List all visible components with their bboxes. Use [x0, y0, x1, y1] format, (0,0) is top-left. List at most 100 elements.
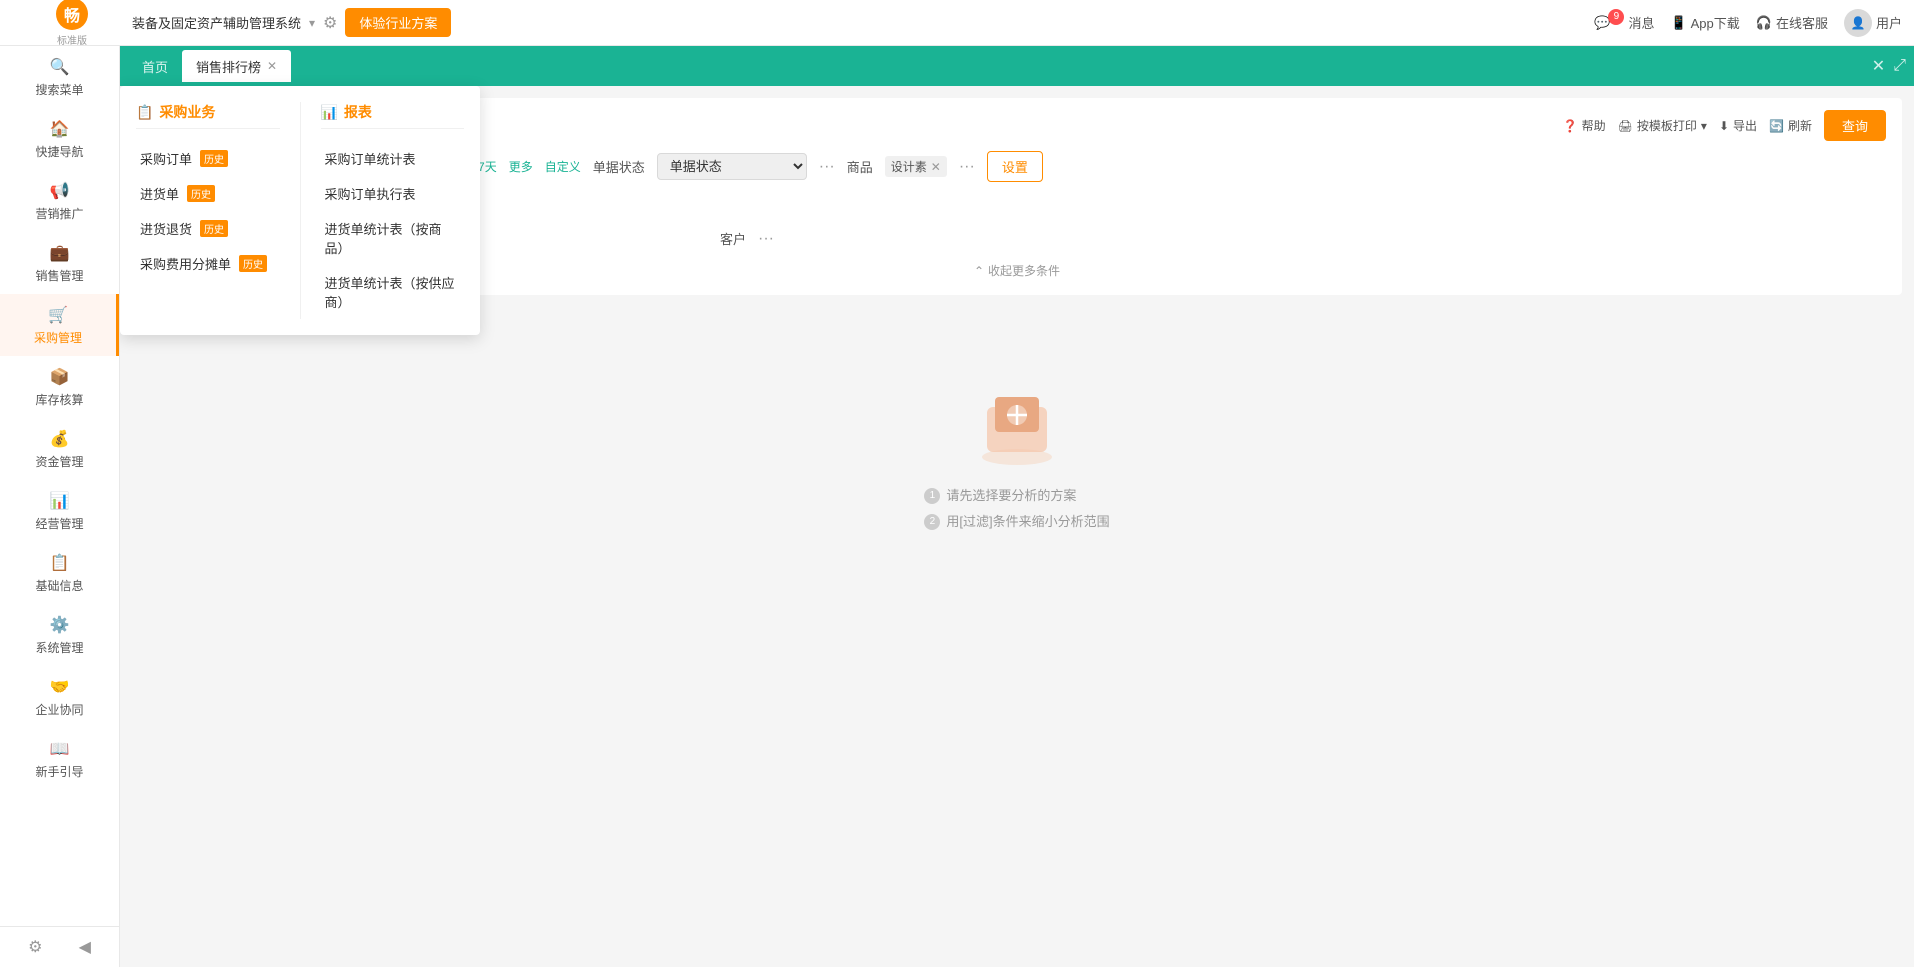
sidebar-item-system[interactable]: ⚙️ 系统管理 — [0, 604, 119, 666]
dropdown-item-order-exec[interactable]: 采购订单执行表 — [321, 176, 465, 211]
settings-button[interactable]: 设置 — [987, 151, 1043, 182]
dropdown-item-purchase-order[interactable]: 采购订单 历史 — [136, 141, 280, 176]
toolbar-right: ❓ 帮助 🖨 按模板打印 ▾ ⬇ 导出 🔄 — [1563, 110, 1886, 141]
tab-bar: 首页 销售排行榜 ✕ ✕ ⤢ — [120, 46, 1914, 86]
purchase-dropdown-menu: 📋 采购业务 采购订单 历史 进货单 历史 进货退货 历史 采购费用分摊单 — [120, 86, 480, 335]
sidebar-item-search[interactable]: 🔍 搜索菜单 — [0, 46, 119, 108]
sidebar-item-purchase[interactable]: 🛒 采购管理 — [0, 294, 119, 356]
export-button[interactable]: ⬇ 导出 — [1719, 117, 1757, 134]
tab-right-actions: ✕ ⤢ — [1872, 56, 1906, 76]
user-action[interactable]: 👤 用户 — [1844, 9, 1902, 37]
sidebar: 🔍 搜索菜单 🏠 快捷导航 📢 营销推广 💼 销售管理 🛒 采购管理 📦 库存核… — [0, 46, 120, 967]
sidebar-item-label: 营销推广 — [35, 205, 83, 222]
header-settings-icon[interactable]: ⚙ — [323, 13, 337, 33]
sidebar-item-finance[interactable]: 💰 资金管理 — [0, 418, 119, 480]
sidebar-item-marketing[interactable]: 📢 营销推广 — [0, 170, 119, 232]
report-col-icon: 📊 — [321, 104, 338, 121]
empty-tip-1: 1 请先选择要分析的方案 — [924, 483, 1109, 509]
sidebar-item-label: 资金管理 — [35, 453, 83, 470]
empty-text: 1 请先选择要分析的方案 2 用[过滤]条件来缩小分析范围 — [924, 483, 1109, 535]
online-service-action[interactable]: 🎧 在线客服 — [1756, 13, 1828, 32]
order-stat-label: 采购订单统计表 — [325, 149, 416, 168]
date-more-button[interactable]: 更多 — [509, 158, 533, 175]
tab-fullscreen-button[interactable]: ⤢ — [1893, 57, 1906, 75]
dropdown-item-order-stat[interactable]: 采购订单统计表 — [321, 141, 465, 176]
user-avatar: 👤 — [1844, 9, 1872, 37]
help-button[interactable]: ❓ 帮助 — [1563, 117, 1606, 134]
top-header: 畅 标准版 装备及固定资产辅助管理系统 ▾ ⚙ 体验行业方案 💬 9 消息 📱 … — [0, 0, 1914, 46]
sidebar-item-label: 采购管理 — [34, 329, 82, 346]
dropdown-item-purchase-expense[interactable]: 采购费用分摊单 历史 — [136, 246, 280, 281]
collapse-label: 收起更多条件 — [988, 262, 1060, 279]
in-stat-supplier-label: 进货单统计表（按供应商） — [325, 273, 461, 311]
refresh-button[interactable]: 🔄 刷新 — [1769, 117, 1812, 134]
purchase-return-label: 进货退货 — [140, 219, 192, 238]
sidebar-settings-button[interactable]: ⚙ — [28, 937, 42, 957]
logo-area: 畅 标准版 — [12, 0, 132, 47]
sidebar-item-label: 企业协同 — [35, 701, 83, 718]
purchase-expense-history: 历史 — [239, 255, 267, 272]
dropdown-item-in-stat-goods[interactable]: 进货单统计表（按商品） — [321, 211, 465, 265]
message-badge: 9 — [1608, 9, 1624, 25]
doc-status-more[interactable]: ··· — [819, 158, 835, 176]
sidebar-item-guide[interactable]: 📖 新手引导 — [0, 728, 119, 790]
dropdown-item-purchase-in[interactable]: 进货单 历史 — [136, 176, 280, 211]
export-icon: ⬇ — [1719, 119, 1729, 133]
system-title: 装备及固定资产辅助管理系统 — [132, 13, 301, 32]
sidebar-collapse-button[interactable]: ◀ — [79, 937, 91, 957]
purchase-order-label: 采购订单 — [140, 149, 192, 168]
dropdown-item-purchase-return[interactable]: 进货退货 历史 — [136, 211, 280, 246]
message-action[interactable]: 💬 9 消息 — [1594, 13, 1654, 32]
goods-label: 商品 — [847, 157, 873, 176]
app-download-action[interactable]: 📱 App下载 — [1670, 13, 1739, 32]
message-label: 消息 — [1628, 13, 1654, 32]
title-dropdown-arrow[interactable]: ▾ — [309, 16, 315, 30]
in-stat-goods-label: 进货单统计表（按商品） — [325, 219, 461, 257]
customer-more[interactable]: ··· — [758, 230, 774, 248]
sidebar-item-cooperation[interactable]: 🤝 企业协同 — [0, 666, 119, 728]
industry-button[interactable]: 体验行业方案 — [345, 8, 451, 37]
sidebar-item-stock[interactable]: 📦 库存核算 — [0, 356, 119, 418]
step-2-num: 2 — [924, 514, 940, 530]
tab-home[interactable]: 首页 — [128, 50, 182, 82]
empty-illustration — [967, 387, 1067, 467]
refresh-icon: 🔄 — [1769, 119, 1784, 133]
date-custom-button[interactable]: 自定义 — [545, 158, 581, 175]
logo-icon: 畅 — [56, 0, 88, 30]
tab-sales-rank[interactable]: 销售排行榜 ✕ — [182, 50, 291, 82]
goods-more[interactable]: ··· — [959, 158, 975, 176]
tab-close-all-button[interactable]: ✕ — [1872, 56, 1885, 76]
sidebar-item-sales[interactable]: 💼 销售管理 — [0, 232, 119, 294]
app-label: App下载 — [1691, 13, 1740, 32]
sidebar-item-operation[interactable]: 📊 经营管理 — [0, 480, 119, 542]
sidebar-item-label: 搜索菜单 — [35, 81, 83, 98]
tip1-text: 请先选择要分析的方案 — [946, 483, 1076, 509]
empty-tip-2: 2 用[过滤]条件来缩小分析范围 — [924, 509, 1109, 535]
goods-tag-close[interactable]: ✕ — [931, 160, 941, 174]
tab-close-icon[interactable]: ✕ — [267, 59, 277, 73]
sidebar-item-label: 库存核算 — [35, 391, 83, 408]
order-exec-label: 采购订单执行表 — [325, 184, 416, 203]
sidebar-item-basic[interactable]: 📋 基础信息 — [0, 542, 119, 604]
logo-text: 标准版 — [57, 32, 87, 47]
report-col-label: 报表 — [344, 102, 372, 122]
tab-home-label: 首页 — [142, 57, 168, 76]
export-label: 导出 — [1733, 117, 1757, 134]
sidebar-item-label: 快捷导航 — [35, 143, 83, 160]
query-button[interactable]: 查询 — [1824, 110, 1886, 141]
dropdown-item-in-stat-supplier[interactable]: 进货单统计表（按供应商） — [321, 265, 465, 319]
briefcase-icon: 💼 — [49, 242, 71, 264]
doc-status-select[interactable]: 单据状态 — [657, 153, 807, 180]
sidebar-item-nav[interactable]: 🏠 快捷导航 — [0, 108, 119, 170]
print-dropdown-icon: ▾ — [1701, 119, 1707, 133]
purchase-col-icon: 📋 — [136, 104, 153, 121]
print-button[interactable]: 🖨 按模板打印 ▾ — [1618, 117, 1707, 134]
purchase-col-label: 采购业务 — [159, 102, 215, 122]
purchase-return-history: 历史 — [200, 220, 228, 237]
sidebar-item-label: 基础信息 — [35, 577, 83, 594]
step-1-num: 1 — [924, 488, 940, 504]
service-label: 在线客服 — [1776, 13, 1828, 32]
header-right: 💬 9 消息 📱 App下载 🎧 在线客服 👤 用户 — [1594, 9, 1902, 37]
purchase-order-history: 历史 — [200, 150, 228, 167]
report-col: 📊 报表 采购订单统计表 采购订单执行表 进货单统计表（按商品） 进货单统计表（… — [321, 102, 465, 319]
